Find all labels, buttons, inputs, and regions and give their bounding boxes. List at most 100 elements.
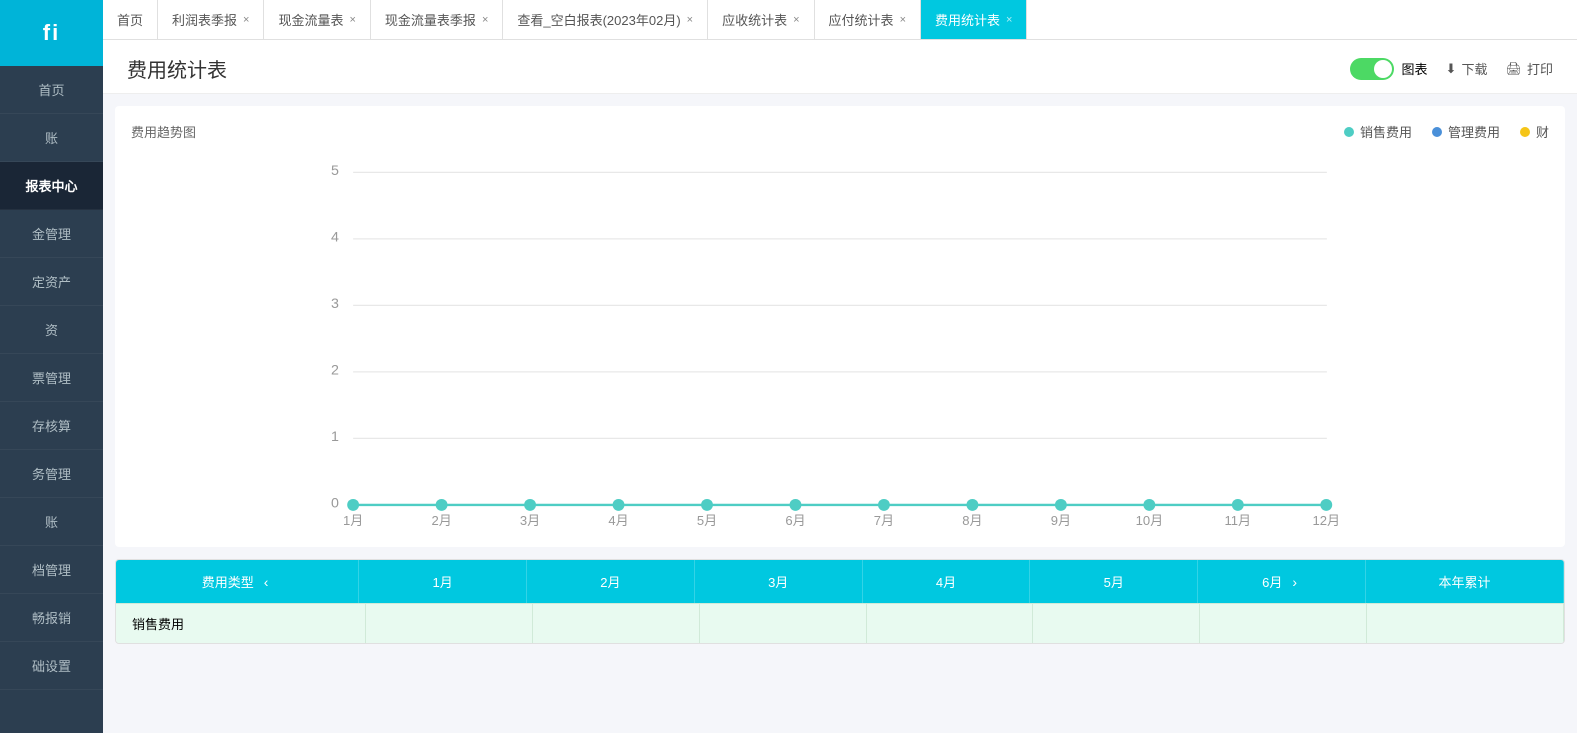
sidebar-item-settings[interactable]: 础设置 bbox=[0, 642, 103, 690]
th-ytd: 本年累计 bbox=[1366, 560, 1564, 603]
print-label: 打印 bbox=[1527, 59, 1553, 78]
sidebar-item-invoice[interactable]: 票管理 bbox=[0, 354, 103, 402]
th-type-label: 费用类型 bbox=[202, 572, 254, 591]
svg-text:2月: 2月 bbox=[431, 513, 451, 528]
sidebar-item-report-center[interactable]: 报表中心 bbox=[0, 162, 103, 210]
close-icon[interactable]: × bbox=[482, 14, 488, 26]
svg-text:6月: 6月 bbox=[785, 513, 805, 528]
chart-toggle[interactable] bbox=[1350, 58, 1394, 80]
chart-legend: 销售费用 管理费用 财 bbox=[1344, 122, 1549, 141]
chart-dot bbox=[966, 499, 978, 511]
th-m3: 3月 bbox=[695, 560, 863, 603]
legend-finance-label: 财 bbox=[1536, 122, 1549, 141]
content-area: 费用统计表 图表 ⬇ 下载 🖨 打印 费用趋势图 bbox=[103, 40, 1577, 733]
sidebar-item-expense[interactable]: 畅报销 bbox=[0, 594, 103, 642]
chart-dot bbox=[347, 499, 359, 511]
page-header: 费用统计表 图表 ⬇ 下载 🖨 打印 bbox=[103, 40, 1577, 94]
close-icon[interactable]: × bbox=[793, 14, 799, 26]
td-m1 bbox=[366, 604, 533, 643]
svg-text:11月: 11月 bbox=[1225, 513, 1252, 528]
svg-text:5月: 5月 bbox=[697, 513, 717, 528]
page-title: 费用统计表 bbox=[127, 54, 227, 83]
td-m2 bbox=[533, 604, 700, 643]
tab-cashflow-quarterly[interactable]: 现金流量表季报 × bbox=[371, 0, 503, 40]
chart-toggle-wrap: 图表 bbox=[1350, 58, 1428, 80]
tab-receivable[interactable]: 应收统计表 × bbox=[708, 0, 814, 40]
tab-receivable-label: 应收统计表 bbox=[722, 10, 787, 29]
sidebar-item-account[interactable]: 账 bbox=[0, 114, 103, 162]
tab-cashflow[interactable]: 现金流量表 × bbox=[264, 0, 370, 40]
legend-sales-dot bbox=[1344, 127, 1354, 137]
tab-home[interactable]: 首页 bbox=[103, 0, 158, 40]
th-m5: 5月 bbox=[1030, 560, 1198, 603]
sidebar-item-payroll[interactable]: 资 bbox=[0, 306, 103, 354]
tab-blank-label: 查看_空白报表(2023年02月) bbox=[517, 10, 680, 29]
chart-dot bbox=[524, 499, 536, 511]
chart-section: 费用趋势图 销售费用 管理费用 财 bbox=[115, 106, 1565, 547]
th-ytd-label: 本年累计 bbox=[1438, 572, 1490, 591]
tab-cashflow-quarterly-label: 现金流量表季报 bbox=[385, 10, 476, 29]
svg-text:3: 3 bbox=[331, 296, 339, 312]
tab-profit-quarterly[interactable]: 利润表季报 × bbox=[158, 0, 264, 40]
td-type: 销售费用 bbox=[116, 604, 366, 643]
svg-text:9月: 9月 bbox=[1051, 513, 1071, 528]
chart-dot bbox=[1232, 499, 1244, 511]
th-m4-label: 4月 bbox=[936, 572, 956, 591]
legend-sales-label: 销售费用 bbox=[1360, 122, 1412, 141]
tab-home-label: 首页 bbox=[117, 10, 143, 29]
td-m6 bbox=[1200, 604, 1367, 643]
legend-finance: 财 bbox=[1520, 122, 1549, 141]
sidebar-item-ledger[interactable]: 账 bbox=[0, 498, 103, 546]
tab-payable[interactable]: 应付统计表 × bbox=[815, 0, 921, 40]
sidebar-item-capital[interactable]: 金管理 bbox=[0, 210, 103, 258]
svg-text:1月: 1月 bbox=[343, 513, 363, 528]
sidebar-item-archive[interactable]: 档管理 bbox=[0, 546, 103, 594]
th-m3-label: 3月 bbox=[768, 572, 788, 591]
svg-text:8月: 8月 bbox=[962, 513, 982, 528]
sidebar-item-inventory[interactable]: 存核算 bbox=[0, 402, 103, 450]
th-m1-label: 1月 bbox=[432, 572, 452, 591]
sidebar-item-home[interactable]: 首页 bbox=[0, 66, 103, 114]
table-header: 费用类型 ‹ 1月 2月 3月 4月 5月 bbox=[116, 560, 1564, 603]
tab-profit-label: 利润表季报 bbox=[172, 10, 237, 29]
tab-bar: 首页 利润表季报 × 现金流量表 × 现金流量表季报 × 查看_空白报表(202… bbox=[103, 0, 1577, 40]
th-type: 费用类型 ‹ bbox=[116, 560, 359, 603]
print-button[interactable]: 🖨 打印 bbox=[1505, 59, 1553, 78]
svg-text:5: 5 bbox=[331, 163, 339, 179]
tab-expense-stats[interactable]: 费用统计表 × bbox=[921, 0, 1027, 40]
chart-dot bbox=[878, 499, 890, 511]
chart-header: 费用趋势图 销售费用 管理费用 财 bbox=[131, 122, 1549, 141]
sidebar-item-fixed-assets[interactable]: 定资产 bbox=[0, 258, 103, 306]
close-icon[interactable]: × bbox=[349, 14, 355, 26]
next-months-button[interactable]: › bbox=[1288, 574, 1301, 590]
chart-dot bbox=[1143, 499, 1155, 511]
legend-admin: 管理费用 bbox=[1432, 122, 1500, 141]
tab-expense-label: 费用统计表 bbox=[935, 10, 1000, 29]
sidebar-item-service[interactable]: 务管理 bbox=[0, 450, 103, 498]
chart-container: 5 4 3 2 1 0 bbox=[131, 151, 1549, 531]
close-icon[interactable]: × bbox=[900, 14, 906, 26]
svg-text:1: 1 bbox=[331, 429, 339, 445]
download-button[interactable]: ⬇ 下载 bbox=[1446, 59, 1488, 78]
th-m4: 4月 bbox=[863, 560, 1031, 603]
close-icon[interactable]: × bbox=[687, 14, 693, 26]
chart-dot bbox=[613, 499, 625, 511]
chart-dot bbox=[1055, 499, 1067, 511]
chart-svg: 5 4 3 2 1 0 bbox=[131, 151, 1549, 531]
close-icon[interactable]: × bbox=[243, 14, 249, 26]
tab-blank-report[interactable]: 查看_空白报表(2023年02月) × bbox=[503, 0, 708, 40]
svg-text:2: 2 bbox=[331, 362, 339, 378]
svg-text:4月: 4月 bbox=[608, 513, 628, 528]
th-m2: 2月 bbox=[527, 560, 695, 603]
td-ytd bbox=[1367, 604, 1564, 643]
td-m4 bbox=[867, 604, 1034, 643]
download-icon: ⬇ bbox=[1446, 61, 1457, 77]
svg-text:0: 0 bbox=[331, 495, 339, 511]
close-icon[interactable]: × bbox=[1006, 14, 1012, 26]
chart-dot bbox=[1320, 499, 1332, 511]
prev-months-button[interactable]: ‹ bbox=[260, 574, 273, 590]
download-label: 下载 bbox=[1461, 59, 1487, 78]
legend-finance-dot bbox=[1520, 127, 1530, 137]
th-m6-label: 6月 bbox=[1262, 572, 1282, 591]
th-m2-label: 2月 bbox=[600, 572, 620, 591]
